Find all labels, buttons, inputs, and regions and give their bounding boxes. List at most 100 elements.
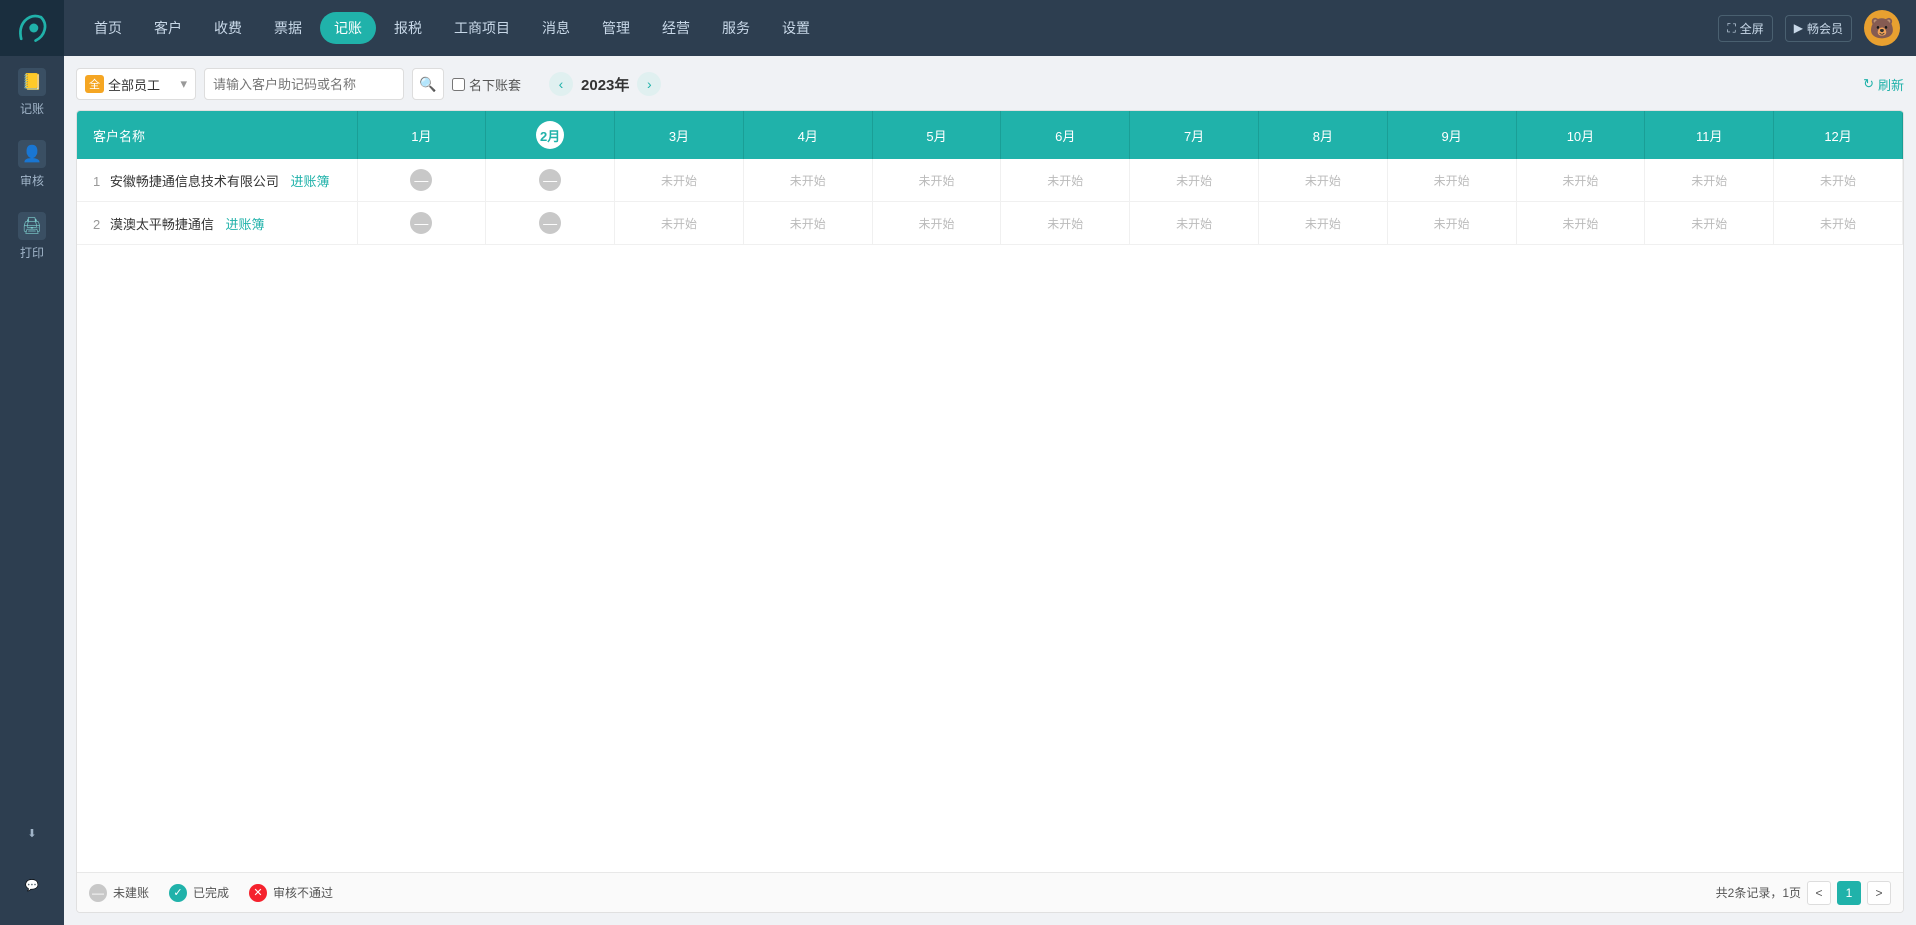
current-year: 2023年 xyxy=(581,74,629,95)
not-created-icon: — xyxy=(89,884,107,902)
audit-icon: 👤 xyxy=(18,140,46,168)
top-navigation: 首页 客户 收费 票据 记账 报税 工商项目 消息 管理 经营 服务 设置 ⛶ … xyxy=(64,0,1916,56)
nav-business[interactable]: 工商项目 xyxy=(440,12,524,44)
sidebar-download[interactable]: ⬇ xyxy=(0,809,64,857)
sidebar-item-print-label: 打印 xyxy=(20,244,44,261)
print-icon: 🖨 xyxy=(18,212,46,240)
user-avatar[interactable]: 🐻 xyxy=(1864,10,1900,46)
month-cell-m5: 未开始 xyxy=(872,202,1001,245)
col-header-m8: 8月 xyxy=(1258,111,1387,159)
refresh-button[interactable]: ↻ 刷新 xyxy=(1863,75,1904,94)
month-cell-m10: 未开始 xyxy=(1516,202,1645,245)
member-icon: ▶ xyxy=(1794,21,1803,35)
avatar-icon: 🐻 xyxy=(1870,16,1895,41)
nav-home[interactable]: 首页 xyxy=(80,12,136,44)
employee-badge: 全 xyxy=(85,75,104,93)
nav-ledger[interactable]: 记账 xyxy=(320,12,376,44)
col-header-m10: 10月 xyxy=(1516,111,1645,159)
next-page-button[interactable]: > xyxy=(1867,881,1891,905)
next-year-button[interactable]: › xyxy=(637,72,661,96)
search-button[interactable]: 🔍 xyxy=(412,68,444,100)
record-summary: 共2条记录，1页 xyxy=(1716,884,1801,901)
nav-message[interactable]: 消息 xyxy=(528,12,584,44)
download-icon: ⬇ xyxy=(27,827,36,840)
enter-ledger-link[interactable]: 进账簿 xyxy=(226,217,265,232)
sidebar-item-print[interactable]: 🖨 打印 xyxy=(0,200,64,272)
employee-filter[interactable]: 全 全部员工 ▾ xyxy=(76,68,196,100)
col-header-m1: 1月 xyxy=(357,111,486,159)
current-month-badge: 2月 xyxy=(536,121,564,149)
not-started-status: 未开始 xyxy=(1562,174,1598,188)
search-input[interactable] xyxy=(213,77,395,92)
nav-service[interactable]: 服务 xyxy=(708,12,764,44)
not-created-label: 未建账 xyxy=(113,884,149,901)
table-footer: — 未建账 ✓ 已完成 ✕ 审核不通过 共2条记录，1页 < 1 > xyxy=(77,872,1903,912)
member-button[interactable]: ▶ 畅会员 xyxy=(1785,15,1852,42)
month-cell-m9: 未开始 xyxy=(1387,202,1516,245)
row-number: 1 xyxy=(93,174,100,189)
table-scroll-area: 客户名称 1月 2月 3月 4月 5月 6月 7月 8月 9月 10月 11月 xyxy=(77,111,1903,872)
month-cell-m3: 未开始 xyxy=(615,202,744,245)
prev-year-button[interactable]: ‹ xyxy=(549,72,573,96)
my-accounts-filter[interactable]: 名下账套 xyxy=(452,75,521,94)
month-cell-m10: 未开始 xyxy=(1516,159,1645,202)
sidebar-support[interactable]: 💬 xyxy=(0,861,64,909)
sidebar-item-ledger[interactable]: 📒 记账 xyxy=(0,56,64,128)
not-started-status: 未开始 xyxy=(1305,174,1341,188)
my-accounts-checkbox[interactable] xyxy=(452,78,465,91)
month-cell-m2: — xyxy=(486,202,615,245)
month-cell-m7: 未开始 xyxy=(1130,159,1259,202)
table-row: 1 安徽畅捷通信息技术有限公司 进账簿 ——未开始未开始未开始未开始未开始未开始… xyxy=(77,159,1903,202)
not-started-status: 未开始 xyxy=(1820,174,1856,188)
nav-operation[interactable]: 经营 xyxy=(648,12,704,44)
refresh-icon: ↻ xyxy=(1863,76,1874,92)
my-accounts-label: 名下账套 xyxy=(469,75,521,94)
not-started-status: 未开始 xyxy=(661,217,697,231)
client-name: 漠澳太平畅捷通信 xyxy=(110,217,214,232)
rejected-icon: ✕ xyxy=(249,884,267,902)
col-header-m12: 12月 xyxy=(1774,111,1903,159)
row-number: 2 xyxy=(93,217,100,232)
month-cell-m12: 未开始 xyxy=(1774,202,1903,245)
month-cell-m9: 未开始 xyxy=(1387,159,1516,202)
col-header-name: 客户名称 xyxy=(77,111,357,159)
col-header-m2: 2月 xyxy=(486,111,615,159)
not-created-status: — xyxy=(539,212,561,234)
not-started-status: 未开始 xyxy=(919,217,955,231)
sidebar-item-audit[interactable]: 👤 审核 xyxy=(0,128,64,200)
col-header-m5: 5月 xyxy=(872,111,1001,159)
legend-not-created: — 未建账 xyxy=(89,884,149,902)
not-started-status: 未开始 xyxy=(1047,174,1083,188)
nav-settings[interactable]: 设置 xyxy=(768,12,824,44)
not-started-status: 未开始 xyxy=(1434,217,1470,231)
ledger-table: 客户名称 1月 2月 3月 4月 5月 6月 7月 8月 9月 10月 11月 xyxy=(77,111,1903,245)
nav-manage[interactable]: 管理 xyxy=(588,12,644,44)
page-1-button[interactable]: 1 xyxy=(1837,881,1861,905)
nav-client[interactable]: 客户 xyxy=(140,12,196,44)
nav-invoice[interactable]: 票据 xyxy=(260,12,316,44)
chevron-down-icon: ▾ xyxy=(180,76,187,92)
content-area: 全 全部员工 ▾ 🔍 名下账套 ‹ 2023年 › ↻ 刷新 xyxy=(64,56,1916,925)
nav-tax[interactable]: 报税 xyxy=(380,12,436,44)
not-started-status: 未开始 xyxy=(661,174,697,188)
not-started-status: 未开始 xyxy=(1820,217,1856,231)
nav-billing[interactable]: 收费 xyxy=(200,12,256,44)
sidebar-bottom: ⬇ 💬 xyxy=(0,809,64,925)
toolbar: 全 全部员工 ▾ 🔍 名下账套 ‹ 2023年 › ↻ 刷新 xyxy=(76,68,1904,100)
rejected-label: 审核不通过 xyxy=(273,884,333,901)
col-header-m9: 9月 xyxy=(1387,111,1516,159)
app-logo xyxy=(0,0,64,56)
enter-ledger-link[interactable]: 进账簿 xyxy=(291,174,330,189)
month-cell-m4: 未开始 xyxy=(743,202,872,245)
member-label: 畅会员 xyxy=(1807,20,1843,37)
month-cell-m6: 未开始 xyxy=(1001,202,1130,245)
month-cell-m12: 未开始 xyxy=(1774,159,1903,202)
client-name-cell: 1 安徽畅捷通信息技术有限公司 进账簿 xyxy=(77,159,357,202)
support-icon: 💬 xyxy=(25,879,39,892)
month-cell-m1: — xyxy=(357,202,486,245)
fullscreen-button[interactable]: ⛶ 全屏 xyxy=(1718,15,1772,42)
month-cell-m3: 未开始 xyxy=(615,159,744,202)
prev-page-button[interactable]: < xyxy=(1807,881,1831,905)
search-icon: 🔍 xyxy=(419,76,436,93)
main-container: 首页 客户 收费 票据 记账 报税 工商项目 消息 管理 经营 服务 设置 ⛶ … xyxy=(64,0,1916,925)
